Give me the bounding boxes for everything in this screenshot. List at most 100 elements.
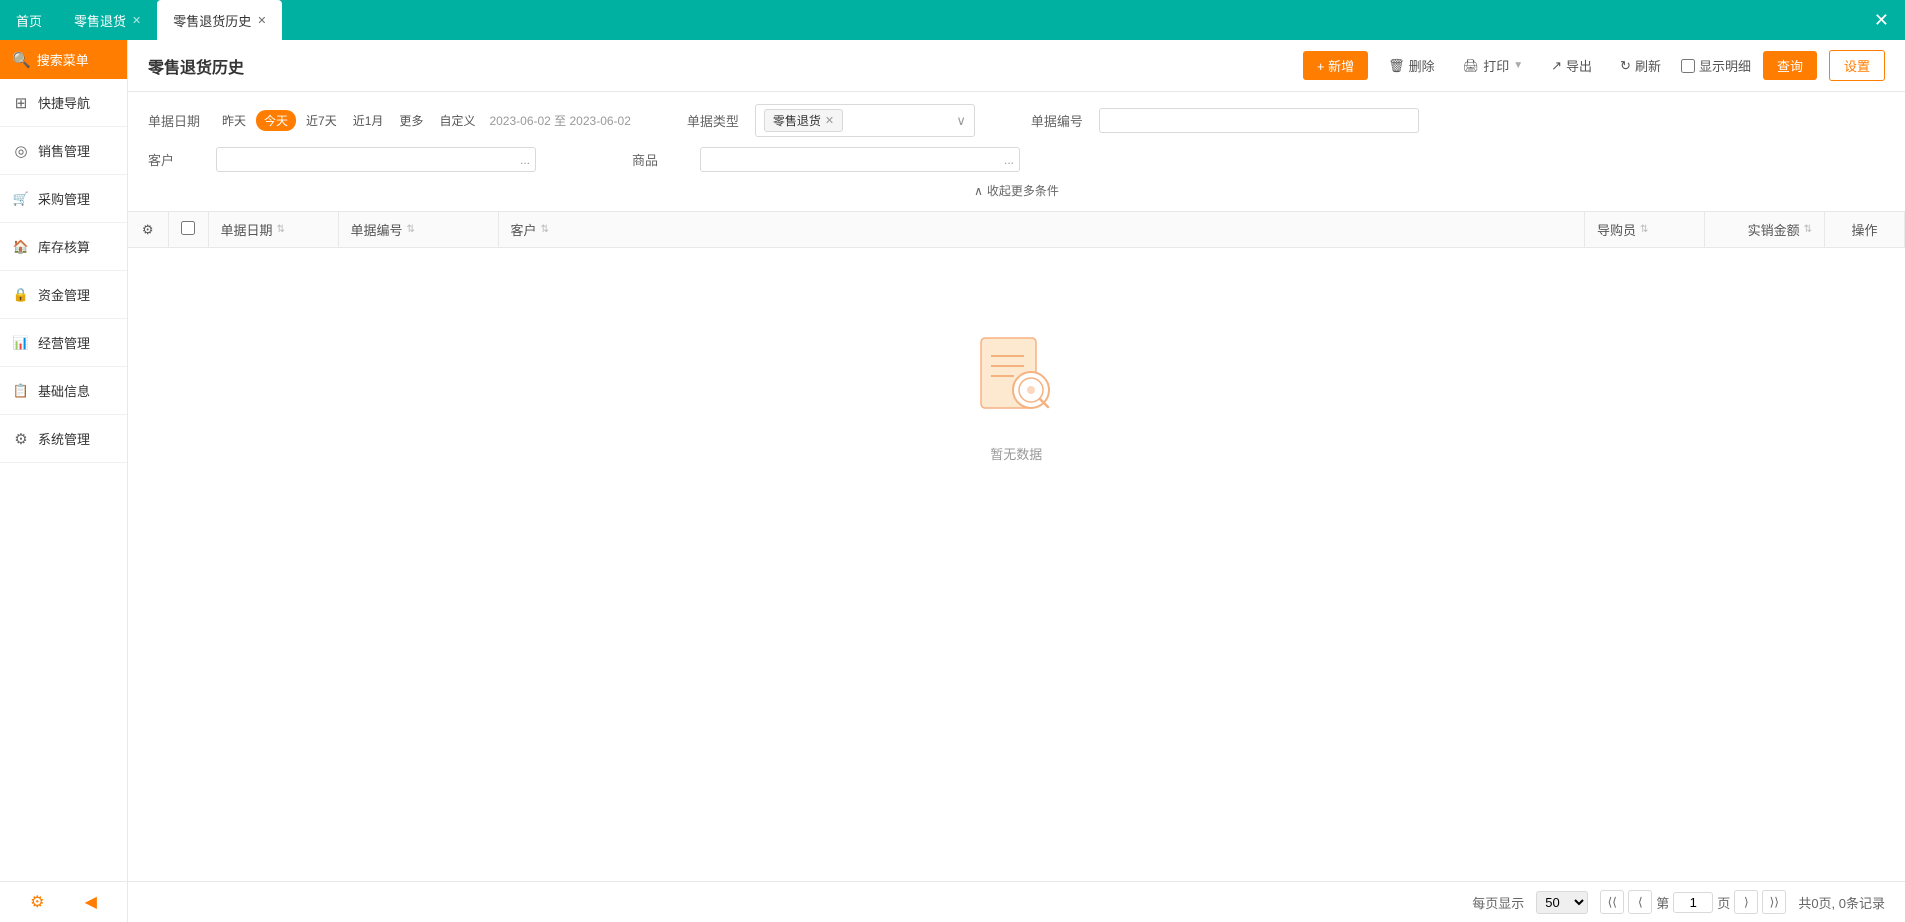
th-settings[interactable]: ⚙ bbox=[128, 212, 168, 248]
sidebar-item-sales-mgmt-label: 销售管理 bbox=[38, 141, 90, 160]
tab-retail-return-close[interactable]: ✕ bbox=[132, 14, 141, 27]
sidebar-item-basic-info[interactable]: 📋 基础信息 bbox=[0, 367, 127, 415]
date-opt-custom[interactable]: 自定义 bbox=[433, 110, 481, 131]
search-icon: 🔍 bbox=[12, 51, 31, 69]
date-label: 单据日期 bbox=[148, 111, 200, 130]
last-page-button[interactable]: ⟩⟩ bbox=[1762, 890, 1786, 914]
finance-icon: 🔒 bbox=[12, 286, 30, 304]
customer-wrap: ... bbox=[216, 147, 536, 172]
doc-number-input[interactable] bbox=[1099, 108, 1419, 133]
doc-number-wrap bbox=[1099, 108, 1419, 133]
refresh-button[interactable]: ↻ 刷新 bbox=[1612, 52, 1669, 79]
th-customer-label: 客户 bbox=[511, 220, 537, 239]
sidebar-item-basic-info-label: 基础信息 bbox=[38, 381, 90, 400]
sidebar-item-inventory-label: 库存核算 bbox=[38, 237, 90, 256]
page-suffix: 页 bbox=[1717, 893, 1730, 912]
window-close-button[interactable]: ✕ bbox=[1874, 10, 1905, 31]
sidebar-item-system-label: 系统管理 bbox=[38, 429, 90, 448]
add-button[interactable]: + 新增 bbox=[1303, 51, 1368, 80]
th-amount[interactable]: 实销金额 ⇅ bbox=[1705, 212, 1825, 248]
inventory-icon: 🏠 bbox=[12, 238, 30, 256]
tab-retail-return[interactable]: 零售退货 ✕ bbox=[58, 0, 157, 40]
sidebar-search-label: 搜索菜单 bbox=[37, 50, 89, 69]
tab-retail-return-history-close[interactable]: ✕ bbox=[257, 14, 266, 27]
th-checkbox[interactable] bbox=[168, 212, 208, 248]
date-opt-yesterday[interactable]: 昨天 bbox=[216, 110, 252, 131]
data-table: ⚙ 单据日期 ⇅ 单据编号 bbox=[128, 212, 1905, 543]
sidebar-item-inventory[interactable]: 🏠 库存核算 bbox=[0, 223, 127, 271]
sidebar-menu: ⊞ 快捷导航 ◎ 销售管理 🛒 采购管理 🏠 库存核算 🔒 资金管理 📊 经 bbox=[0, 79, 127, 881]
display-checkbox[interactable] bbox=[1681, 59, 1695, 73]
filter-area: 单据日期 昨天 今天 近7天 近1月 更多 自定义 2023-06-02 至 2… bbox=[128, 92, 1905, 212]
export-button[interactable]: ↗ 导出 bbox=[1543, 52, 1600, 79]
content-area: 零售退货历史 + 新增 🗑 删除 🖨 打印 ▼ ↗ 导出 ↻ bbox=[128, 40, 1905, 922]
date-opt-7days[interactable]: 近7天 bbox=[300, 110, 343, 131]
purchase-mgmt-icon: 🛒 bbox=[12, 190, 30, 208]
tab-retail-return-history[interactable]: 零售退货历史 ✕ bbox=[157, 0, 282, 40]
page-label: 第 bbox=[1656, 893, 1669, 912]
setting-button[interactable]: 设置 bbox=[1829, 50, 1885, 81]
export-icon: ↗ bbox=[1551, 58, 1562, 74]
goods-ellipsis[interactable]: ... bbox=[1004, 153, 1014, 167]
th-date[interactable]: 单据日期 ⇅ bbox=[208, 212, 338, 248]
sidebar-item-finance[interactable]: 🔒 资金管理 bbox=[0, 271, 127, 319]
customer-ellipsis[interactable]: ... bbox=[520, 153, 530, 167]
print-icon: 🖨 bbox=[1463, 58, 1480, 74]
first-page-button[interactable]: ⟨⟨ bbox=[1600, 890, 1624, 914]
th-customer-sort-icon: ⇅ bbox=[541, 224, 549, 235]
th-number-label: 单据编号 bbox=[351, 220, 403, 239]
date-opt-1month[interactable]: 近1月 bbox=[347, 110, 390, 131]
print-button[interactable]: 🖨 打印 ▼ bbox=[1455, 52, 1531, 79]
page-input[interactable] bbox=[1673, 892, 1713, 913]
header-actions: + 新增 🗑 删除 🖨 打印 ▼ ↗ 导出 ↻ 刷新 bbox=[1303, 50, 1885, 81]
select-all-checkbox[interactable] bbox=[181, 221, 195, 235]
sidebar: 🔍 搜索菜单 ⊞ 快捷导航 ◎ 销售管理 🛒 采购管理 🏠 库存核算 🔒 bbox=[0, 40, 128, 922]
table-footer: 每页显示 50 10 20 100 ⟨⟨ ⟨ 第 页 ⟩ ⟩⟩ 共0页, 0条记… bbox=[128, 881, 1905, 922]
sidebar-item-quick-nav[interactable]: ⊞ 快捷导航 bbox=[0, 79, 127, 127]
per-page-select[interactable]: 50 10 20 100 bbox=[1536, 891, 1588, 914]
sidebar-item-sales-mgmt[interactable]: ◎ 销售管理 bbox=[0, 127, 127, 175]
collapse-label: 收起更多条件 bbox=[987, 182, 1059, 199]
collapse-sidebar-icon[interactable]: ◀ bbox=[85, 892, 97, 912]
refresh-label: 刷新 bbox=[1635, 56, 1661, 75]
basic-info-icon: 📋 bbox=[12, 382, 30, 400]
goods-input[interactable] bbox=[700, 147, 1020, 172]
th-amount-label: 实销金额 bbox=[1748, 220, 1800, 239]
page-header: 零售退货历史 + 新增 🗑 删除 🖨 打印 ▼ ↗ 导出 ↻ bbox=[128, 40, 1905, 92]
doc-type-dropdown[interactable]: 零售退货 ✕ ∨ bbox=[755, 104, 975, 137]
refresh-icon: ↻ bbox=[1620, 58, 1631, 74]
doc-type-tag-close[interactable]: ✕ bbox=[825, 114, 834, 127]
delete-button[interactable]: 🗑 删除 bbox=[1380, 52, 1443, 79]
settings-bottom-icon[interactable]: ⚙ bbox=[30, 892, 44, 912]
sidebar-item-system[interactable]: ⚙ 系统管理 bbox=[0, 415, 127, 463]
query-button[interactable]: 查询 bbox=[1763, 51, 1817, 80]
customer-input[interactable] bbox=[216, 147, 536, 172]
empty-icon bbox=[966, 328, 1066, 428]
prev-page-button[interactable]: ⟨ bbox=[1628, 890, 1652, 914]
sidebar-item-operations-label: 经营管理 bbox=[38, 333, 90, 352]
tab-home-label: 首页 bbox=[16, 11, 42, 30]
next-page-button[interactable]: ⟩ bbox=[1734, 890, 1758, 914]
tab-home[interactable]: 首页 bbox=[0, 0, 58, 40]
sidebar-search[interactable]: 🔍 搜索菜单 bbox=[0, 40, 127, 79]
doc-type-tag: 零售退货 ✕ bbox=[764, 109, 843, 132]
th-guide[interactable]: 导购员 ⇅ bbox=[1585, 212, 1705, 248]
doc-type-label: 单据类型 bbox=[687, 111, 739, 130]
filter-row-2: 客户 ... 商品 ... bbox=[148, 147, 1885, 172]
th-number[interactable]: 单据编号 ⇅ bbox=[338, 212, 498, 248]
goods-wrap: ... bbox=[700, 147, 1020, 172]
date-opt-more[interactable]: 更多 bbox=[393, 110, 429, 131]
sidebar-item-operations[interactable]: 📊 经营管理 bbox=[0, 319, 127, 367]
collapse-icon: ∧ bbox=[974, 184, 983, 198]
th-amount-sort-icon: ⇅ bbox=[1804, 224, 1812, 235]
sidebar-item-purchase-mgmt-label: 采购管理 bbox=[38, 189, 90, 208]
export-label: 导出 bbox=[1566, 56, 1592, 75]
empty-text: 暂无数据 bbox=[990, 444, 1042, 463]
table-settings-icon[interactable]: ⚙ bbox=[142, 222, 154, 237]
sidebar-item-purchase-mgmt[interactable]: 🛒 采购管理 bbox=[0, 175, 127, 223]
date-opt-today[interactable]: 今天 bbox=[256, 110, 296, 131]
collapse-button[interactable]: ∧ 收起更多条件 bbox=[148, 182, 1885, 199]
display-switch[interactable]: 显示明细 bbox=[1681, 56, 1751, 75]
th-customer[interactable]: 客户 ⇅ bbox=[498, 212, 1585, 248]
quick-nav-icon: ⊞ bbox=[12, 94, 30, 112]
